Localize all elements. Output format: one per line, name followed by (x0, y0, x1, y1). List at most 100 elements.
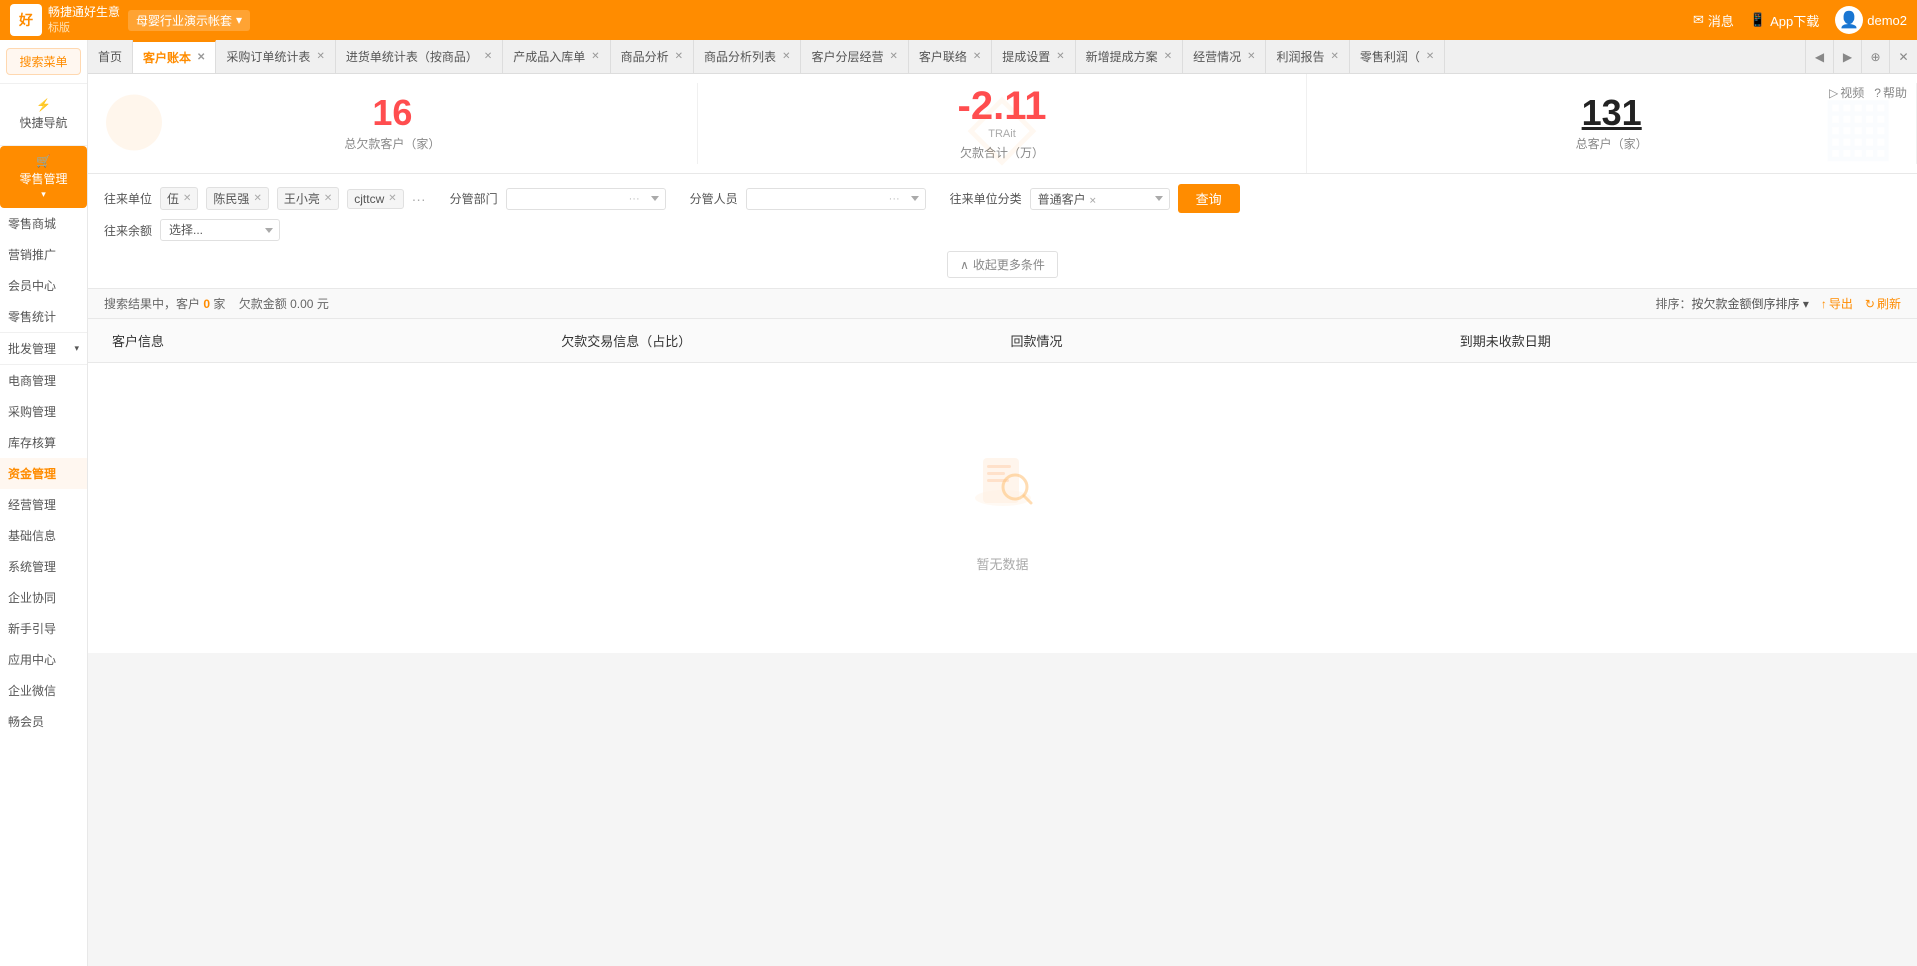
tab-new-promotion-close[interactable]: ✕ (1164, 51, 1172, 62)
tab-inbound-stats[interactable]: 进货单统计表（按商品） ✕ (336, 40, 503, 74)
sidebar-item-ecommerce[interactable]: 电商管理 (0, 365, 87, 396)
tab-product-analysis-close[interactable]: ✕ (675, 51, 683, 62)
remove-tag-wang[interactable]: ✕ (324, 193, 332, 204)
sidebar-item-quick-nav[interactable]: ⚡ 快捷导航 (6, 90, 81, 139)
sidebar-item-system[interactable]: 系统管理 (0, 551, 87, 582)
tab-profit-report-close[interactable]: ✕ (1331, 51, 1339, 62)
video-icon: ▷ (1829, 86, 1838, 100)
tab-business-status[interactable]: 经营情况 ✕ (1183, 40, 1266, 74)
tab-product-analysis-list-close[interactable]: ✕ (782, 51, 790, 62)
staff-select[interactable] (746, 188, 926, 210)
sidebar-item-app-center[interactable]: 应用中心 (0, 644, 87, 675)
tab-retail-profit[interactable]: 零售利润（ ✕ (1350, 40, 1445, 74)
refresh-btn[interactable]: ↻ 刷新 (1865, 295, 1901, 312)
app-download-btn[interactable]: 📱 App下载 (1750, 11, 1819, 30)
tab-product-analysis-list[interactable]: 商品分析列表 ✕ (694, 40, 801, 74)
message-icon: ✉ (1693, 12, 1704, 28)
user-area[interactable]: 👤 demo2 (1835, 6, 1907, 34)
department-select[interactable] (506, 188, 666, 210)
partner-unit-label: 往来单位 (104, 190, 152, 207)
stat-total-debtors: ¥ 16 总欠款客户（家） (88, 83, 698, 164)
batch-label: 批发管理 (8, 340, 56, 357)
sidebar-item-retail-mall[interactable]: 零售商城 (0, 208, 87, 239)
tab-customer-tier[interactable]: 客户分层经营 ✕ (801, 40, 908, 74)
tab-purchase-orders-close[interactable]: ✕ (316, 51, 324, 62)
operations-label: 经营管理 (8, 496, 56, 513)
video-help-btn[interactable]: ▷ 视频 (1829, 84, 1864, 101)
tab-profit-report[interactable]: 利润报告 ✕ (1266, 40, 1349, 74)
sidebar-item-finance[interactable]: 资金管理 (0, 458, 87, 489)
tab-prev-btn[interactable]: ◀ (1805, 40, 1833, 74)
tab-business-status-label: 经营情况 (1193, 48, 1241, 65)
tab-next-btn[interactable]: ▶ (1833, 40, 1861, 74)
tab-product-inbound-close[interactable]: ✕ (591, 51, 599, 62)
top-bar-right: ✉ 消息 📱 App下载 👤 demo2 (1693, 6, 1907, 34)
stat-debtors-number: 16 (372, 95, 412, 131)
balance-select[interactable]: 选择... (160, 219, 280, 241)
sidebar-item-operations[interactable]: 经营管理 (0, 489, 87, 520)
account-label: 母婴行业演示帐套 (136, 12, 232, 29)
chevron-down-icon: ▾ (236, 13, 242, 27)
query-btn[interactable]: 查询 (1178, 184, 1240, 213)
sidebar-item-purchase[interactable]: 采购管理 (0, 396, 87, 427)
tab-home[interactable]: 首页 (88, 40, 133, 74)
message-label: 消息 (1708, 11, 1734, 30)
sidebar-item-enterprise-wechat[interactable]: 企业微信 (0, 675, 87, 706)
sidebar-item-basic-info[interactable]: 基础信息 (0, 520, 87, 551)
department-label: 分管部门 (450, 190, 498, 207)
help-btn[interactable]: ? 帮助 (1874, 84, 1907, 101)
table-header: 客户信息 欠款交易信息（占比） 回款情况 到期未收款日期 (88, 319, 1917, 363)
sidebar-item-inventory[interactable]: 库存核算 (0, 427, 87, 458)
category-select[interactable]: 普通客户 (1030, 188, 1170, 210)
category-label: 往来单位分类 (950, 190, 1022, 207)
sort-select[interactable]: 按欠款金额倒序排序 ▾ (1692, 297, 1809, 311)
tab-customer-contact[interactable]: 客户联络 ✕ (909, 40, 992, 74)
export-btn[interactable]: ↑ 导出 (1821, 295, 1853, 312)
tab-inbound-stats-label: 进货单统计表（按商品） (346, 48, 478, 65)
tab-promotion-settings-close[interactable]: ✕ (1056, 51, 1064, 62)
batch-management-group: 批发管理 ▾ (0, 333, 87, 365)
sidebar-item-retail-stats[interactable]: 零售统计 (0, 301, 87, 332)
tab-promotion-settings-label: 提成设置 (1002, 48, 1050, 65)
remove-tag-chen[interactable]: ✕ (253, 193, 261, 204)
sidebar-item-enterprise-collab[interactable]: 企业协同 (0, 582, 87, 613)
member-vip-label: 畅会员 (8, 713, 44, 730)
sidebar-item-retail[interactable]: 🛒 零售管理 ▾ (0, 146, 87, 208)
tab-purchase-orders[interactable]: 采购订单统计表 ✕ (216, 40, 335, 74)
tab-customers-close[interactable]: ✕ (197, 52, 205, 63)
tab-inbound-stats-close[interactable]: ✕ (484, 51, 492, 62)
tab-product-inbound[interactable]: 产成品入库单 ✕ (503, 40, 610, 74)
tab-expand-btn[interactable]: ⊕ (1861, 40, 1889, 74)
collapse-btn[interactable]: ∧ 收起更多条件 (947, 251, 1058, 278)
tab-promotion-settings[interactable]: 提成设置 ✕ (992, 40, 1075, 74)
filter-tag-wang: 王小亮 ✕ (277, 187, 339, 210)
stat-customers-number: 131 (1582, 95, 1642, 131)
sidebar-item-member[interactable]: 会员中心 (0, 270, 87, 301)
tab-customers[interactable]: 客户账本 ✕ (133, 40, 216, 74)
tab-customer-tier-close[interactable]: ✕ (889, 51, 897, 62)
sidebar-search-btn[interactable]: 搜索菜单 (6, 48, 81, 75)
account-dropdown[interactable]: 母婴行业演示帐套 ▾ (128, 10, 250, 31)
sidebar-item-member-vip[interactable]: 畅会员 (0, 706, 87, 737)
balance-select-wrap: 选择... (160, 219, 280, 241)
enterprise-wechat-label: 企业微信 (8, 682, 56, 699)
category-select-wrap: 普通客户 普通客户 ✕ (1030, 188, 1170, 210)
sidebar-item-new-guide[interactable]: 新手引导 (0, 613, 87, 644)
message-btn[interactable]: ✉ 消息 (1693, 11, 1734, 30)
tab-close-all-btn[interactable]: ✕ (1889, 40, 1917, 74)
tab-product-analysis[interactable]: 商品分析 ✕ (611, 40, 694, 74)
help-label: 帮助 (1883, 84, 1907, 101)
tab-purchase-orders-label: 采购订单统计表 (226, 48, 310, 65)
sidebar-item-marketing[interactable]: 营销推广 (0, 239, 87, 270)
table-empty: 暂无数据 (88, 363, 1917, 653)
remove-tag-cjttcw[interactable]: ✕ (388, 193, 396, 204)
tab-new-promotion[interactable]: 新增提成方案 ✕ (1076, 40, 1183, 74)
retail-icon: 🛒 (36, 154, 51, 168)
sidebar-item-batch[interactable]: 批发管理 ▾ (0, 333, 87, 364)
remove-tag-wu[interactable]: ✕ (183, 193, 191, 204)
tab-customer-contact-close[interactable]: ✕ (973, 51, 981, 62)
tab-business-status-close[interactable]: ✕ (1247, 51, 1255, 62)
filter-more-btn[interactable]: ··· (412, 191, 426, 207)
tab-retail-profit-close[interactable]: ✕ (1426, 51, 1434, 62)
basic-info-label: 基础信息 (8, 527, 56, 544)
